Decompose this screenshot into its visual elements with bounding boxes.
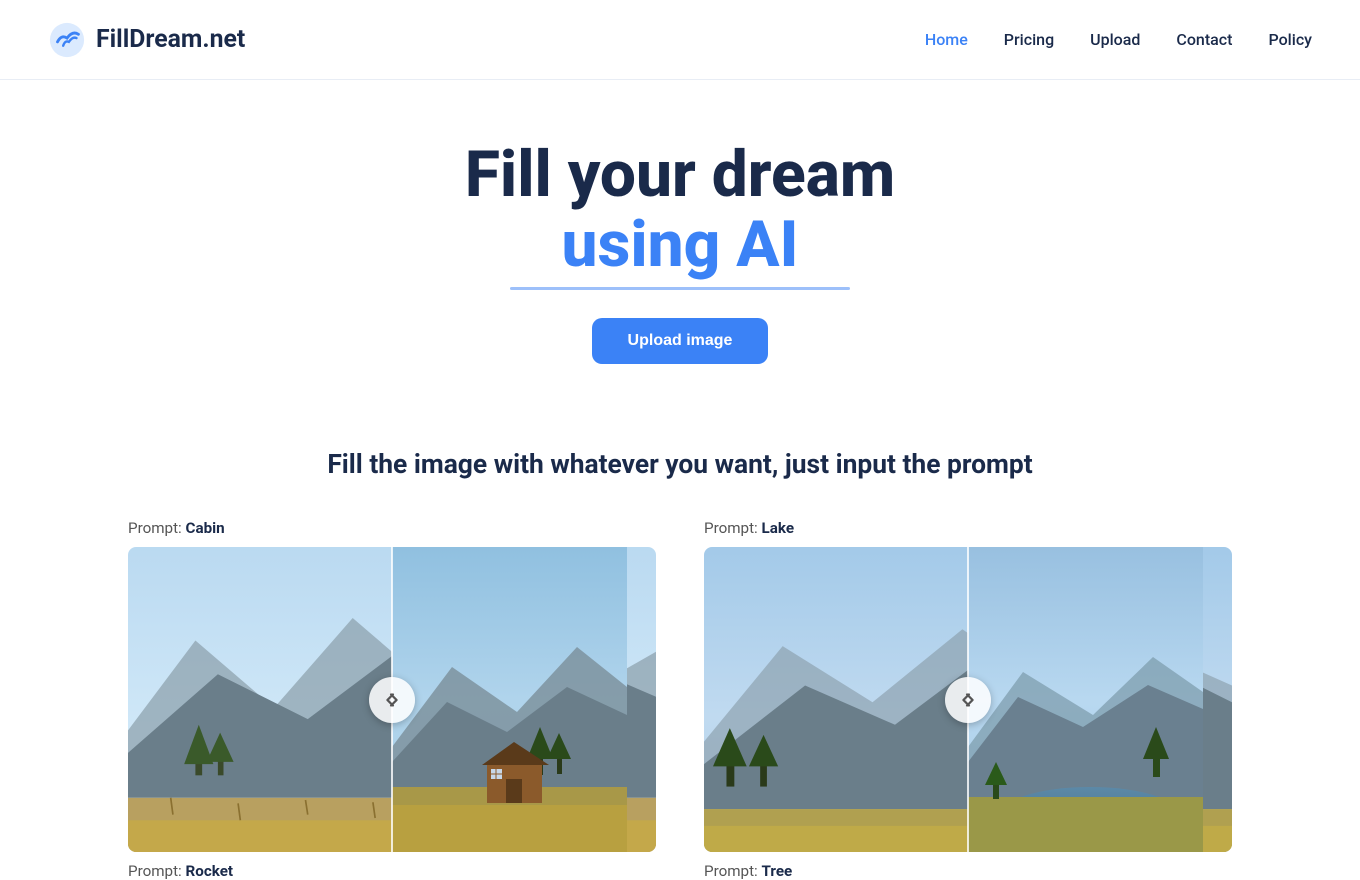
nav-link-home[interactable]: Home — [925, 30, 968, 49]
nav-link-pricing[interactable]: Pricing — [1004, 30, 1054, 49]
lake-after-panel — [968, 547, 1232, 852]
cabin-after-panel — [392, 547, 656, 852]
gallery-item-lake: Prompt: Lake — [704, 519, 1232, 852]
navbar: FillDream.net Home Pricing Upload Contac… — [0, 0, 1360, 80]
nav-links: Home Pricing Upload Contact Policy — [925, 30, 1312, 49]
gallery-prompt-bottom-lake: Prompt: Tree — [704, 862, 1232, 880]
upload-image-button[interactable]: Upload image — [592, 318, 769, 364]
brand-logo-icon — [48, 21, 86, 59]
nav-link-upload[interactable]: Upload — [1090, 30, 1140, 49]
comparison-cabin — [128, 547, 656, 852]
comparison-handle-cabin[interactable] — [369, 677, 415, 723]
gallery: Prompt: Cabin — [80, 519, 1280, 880]
brand-link[interactable]: FillDream.net — [48, 21, 245, 59]
comparison-lake — [704, 547, 1232, 852]
gallery-prompt-lake: Prompt: Lake — [704, 519, 794, 537]
hero-title-line1: Fill your dream — [24, 140, 1336, 210]
gallery-prompt-bottom-cabin: Prompt: Rocket — [128, 862, 656, 880]
section-subtitle: Fill the image with whatever you want, j… — [24, 448, 1336, 484]
brand-name: FillDream.net — [96, 25, 245, 54]
hero-section: Fill your dream using AI Upload image — [0, 80, 1360, 404]
nav-link-policy[interactable]: Policy — [1268, 30, 1312, 49]
gallery-prompt-cabin: Prompt: Cabin — [128, 519, 225, 537]
comparison-handle-lake[interactable] — [945, 677, 991, 723]
gallery-item-cabin: Prompt: Cabin — [128, 519, 656, 852]
nav-link-contact[interactable]: Contact — [1176, 30, 1232, 49]
hero-title-line2: using AI — [24, 210, 1336, 289]
